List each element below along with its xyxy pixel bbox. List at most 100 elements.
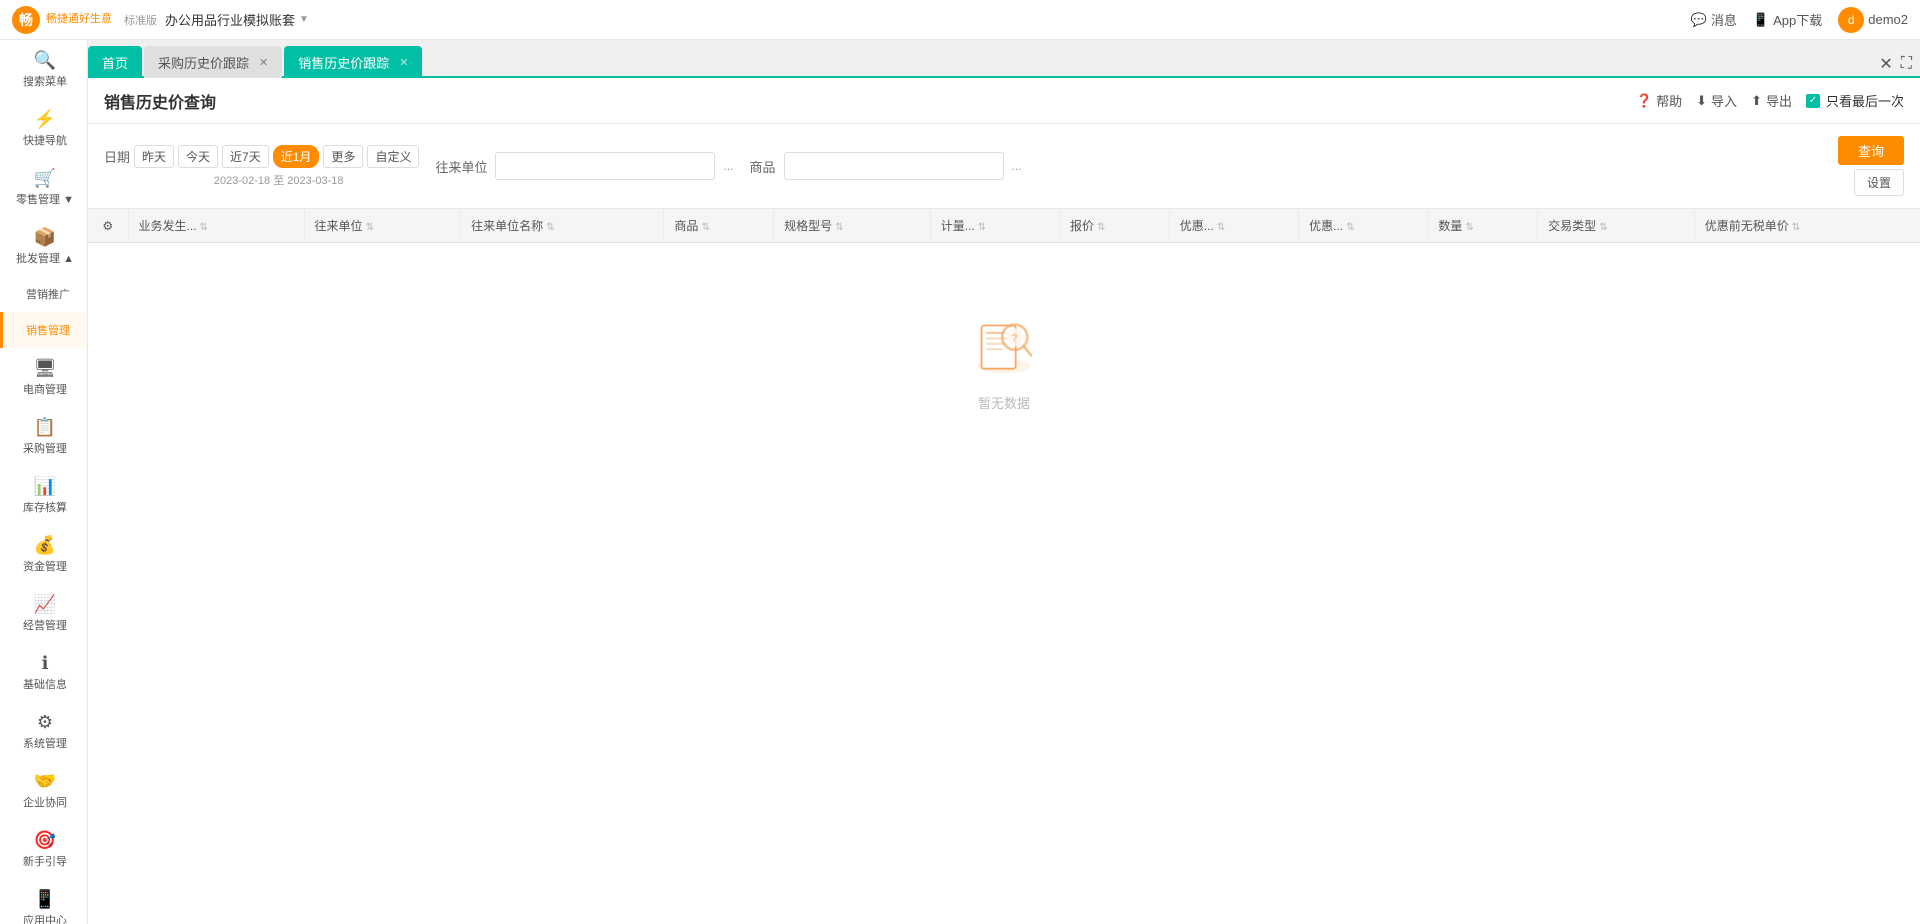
header-left: 畅 畅捷通好生意 标准版 办公用品行业模拟账套 ▼ (12, 6, 309, 34)
th-unit[interactable]: 计量...⇅ (930, 209, 1059, 243)
goods-dots-button[interactable]: ... (1012, 159, 1022, 173)
basic-icon: ℹ (42, 653, 49, 674)
sidebar-label-finance: 资金管理 (23, 558, 67, 574)
tab-purchase-history-close[interactable]: ✕ (259, 56, 268, 69)
query-button[interactable]: 查询 (1838, 136, 1904, 165)
partner-dots-button[interactable]: ... (723, 159, 733, 173)
message-action[interactable]: 💬 消息 (1691, 10, 1737, 29)
tab-sales-history[interactable]: 销售历史价跟踪 ✕ (284, 46, 422, 78)
th-spec[interactable]: 规格型号⇅ (774, 209, 931, 243)
tab-purchase-history[interactable]: 采购历史价跟踪 ✕ (144, 46, 282, 78)
sidebar-item-search[interactable]: 🔍 搜索菜单 (0, 40, 87, 99)
logo-icon: 畅 (12, 6, 40, 34)
gear-icon[interactable]: ⚙ (102, 219, 113, 233)
sidebar-label-system: 系统管理 (23, 735, 67, 751)
th-trade-type[interactable]: 交易类型⇅ (1538, 209, 1695, 243)
sort-icon-biz-date: ⇅ (200, 222, 208, 233)
th-qty[interactable]: 数量⇅ (1428, 209, 1538, 243)
th-pre-discount-price[interactable]: 优惠前无税单价⇅ (1694, 209, 1920, 243)
tab-maximize-button[interactable]: ⛶ (1901, 55, 1912, 73)
sort-icon-unit: ⇅ (978, 222, 986, 233)
tab-close-all-button[interactable]: ✕ (1879, 54, 1892, 74)
date-range-row: 2023-02-18 至 2023-03-18 (180, 172, 344, 188)
content-area: 首页 采购历史价跟踪 ✕ 销售历史价跟踪 ✕ ✕ ⛶ 销售历史价查询 (88, 40, 1920, 924)
sidebar-item-shortcuts[interactable]: ⚡ 快捷导航 (0, 99, 87, 158)
th-discount1[interactable]: 优惠...⇅ (1169, 209, 1298, 243)
th-discount2[interactable]: 优惠...⇅ (1299, 209, 1428, 243)
sidebar-label-basic: 基础信息 (23, 676, 67, 692)
filter-bar: 日期 昨天 今天 近7天 近1月 更多 自定义 2023-02-18 至 202… (88, 124, 1920, 209)
sidebar-item-cooperation[interactable]: 🤝 企业协同 (0, 761, 87, 820)
app-download-label: App下载 (1773, 10, 1822, 29)
date-btn-last1m[interactable]: 近1月 (273, 145, 320, 168)
tab-home[interactable]: 首页 (88, 46, 142, 78)
tab-purchase-history-label: 采购历史价跟踪 (158, 53, 249, 72)
settings-button[interactable]: 设置 (1854, 169, 1904, 196)
sort-icon-qty: ⇅ (1465, 222, 1473, 233)
tab-home-label: 首页 (102, 53, 128, 72)
sidebar-item-finance[interactable]: 💰 资金管理 (0, 525, 87, 584)
date-btn-yesterday[interactable]: 昨天 (134, 145, 174, 168)
th-price[interactable]: 报价⇅ (1059, 209, 1169, 243)
date-filter-label: 日期 (104, 147, 130, 166)
date-range-text: 2023-02-18 至 2023-03-18 (214, 172, 344, 188)
date-filter-group: 日期 昨天 今天 近7天 近1月 更多 自定义 2023-02-18 至 202… (104, 145, 419, 188)
sidebar-label-retail: 零售管理 ▼ (16, 191, 74, 207)
only-last-checkbox[interactable]: ✓ (1806, 94, 1820, 108)
sidebar-item-apps[interactable]: 📱 应用中心 (0, 879, 87, 924)
sidebar-item-marketing[interactable]: 营销推广 (0, 276, 87, 312)
help-label: 帮助 (1656, 91, 1682, 110)
date-filter-row: 日期 昨天 今天 近7天 近1月 更多 自定义 (104, 145, 419, 168)
date-btn-last7[interactable]: 近7天 (222, 145, 269, 168)
sidebar-label-search: 搜索菜单 (23, 73, 67, 89)
search-icon: 🔍 (34, 50, 56, 71)
th-biz-date[interactable]: 业务发生...⇅ (128, 209, 304, 243)
sidebar-item-sales[interactable]: 销售管理 (0, 312, 87, 348)
sidebar-item-guide[interactable]: 🎯 新手引导 (0, 820, 87, 879)
retail-icon: 🛒 (34, 168, 56, 189)
tab-sales-history-close[interactable]: ✕ (399, 56, 408, 69)
sidebar: 🔍 搜索菜单 ⚡ 快捷导航 🛒 零售管理 ▼ 📦 批发管理 ▲ 营销推广 销售管… (0, 40, 88, 924)
sidebar-item-inventory[interactable]: 📊 库存核算 (0, 466, 87, 525)
date-btn-today[interactable]: 今天 (178, 145, 218, 168)
logo-text: 畅捷通好生意 (46, 12, 112, 26)
app-selector-label: 办公用品行业模拟账套 (165, 10, 295, 29)
cooperation-icon: 🤝 (34, 771, 56, 792)
sidebar-item-purchase[interactable]: 📋 采购管理 (0, 407, 87, 466)
sidebar-item-retail[interactable]: 🛒 零售管理 ▼ (0, 158, 87, 217)
th-partner-name[interactable]: 往来单位名称⇅ (461, 209, 664, 243)
th-partner-code[interactable]: 往来单位⇅ (304, 209, 461, 243)
app-selector[interactable]: 办公用品行业模拟账套 ▼ (165, 10, 309, 29)
sidebar-item-operations[interactable]: 📈 经营管理 (0, 584, 87, 643)
sidebar-item-ecommerce[interactable]: 🖥 电商管理 (0, 348, 87, 407)
date-btn-custom[interactable]: 自定义 (367, 145, 419, 168)
export-label: 导出 (1766, 91, 1792, 110)
help-icon: ❓ (1636, 93, 1652, 109)
export-action[interactable]: ⬆ 导出 (1751, 91, 1792, 110)
shortcuts-icon: ⚡ (34, 109, 56, 130)
svg-text:?: ? (1011, 333, 1018, 345)
user-profile[interactable]: d demo2 (1838, 7, 1908, 33)
sort-icon-discount1: ⇅ (1217, 222, 1225, 233)
help-action[interactable]: ❓ 帮助 (1636, 91, 1682, 110)
partner-input[interactable] (495, 152, 715, 180)
tab-bar-actions: ✕ ⛶ (1879, 54, 1920, 76)
table-head: ⚙ 业务发生...⇅ 往来单位⇅ 往来单位名称⇅ (88, 209, 1920, 243)
apps-icon: 📱 (34, 889, 56, 910)
table-container: ⚙ 业务发生...⇅ 往来单位⇅ 往来单位名称⇅ (88, 209, 1920, 924)
table-header-row: ⚙ 业务发生...⇅ 往来单位⇅ 往来单位名称⇅ (88, 209, 1920, 243)
sort-icon-partner-name: ⇅ (546, 222, 554, 233)
goods-input[interactable] (784, 152, 1004, 180)
sidebar-item-wholesale[interactable]: 📦 批发管理 ▲ (0, 217, 87, 276)
sort-icon-partner-code: ⇅ (366, 222, 374, 233)
sidebar-item-system[interactable]: ⚙ 系统管理 (0, 702, 87, 761)
guide-icon: 🎯 (34, 830, 56, 851)
date-btn-more[interactable]: 更多 (323, 145, 363, 168)
th-goods[interactable]: 商品⇅ (664, 209, 774, 243)
sidebar-item-basic[interactable]: ℹ 基础信息 (0, 643, 87, 702)
import-action[interactable]: ⬇ 导入 (1696, 91, 1737, 110)
import-icon: ⬇ (1696, 93, 1707, 109)
only-last-checkbox-area[interactable]: ✓ 只看最后一次 (1806, 91, 1904, 110)
tab-sales-history-label: 销售历史价跟踪 (298, 53, 389, 72)
app-download-action[interactable]: 📱 App下载 (1753, 10, 1822, 29)
